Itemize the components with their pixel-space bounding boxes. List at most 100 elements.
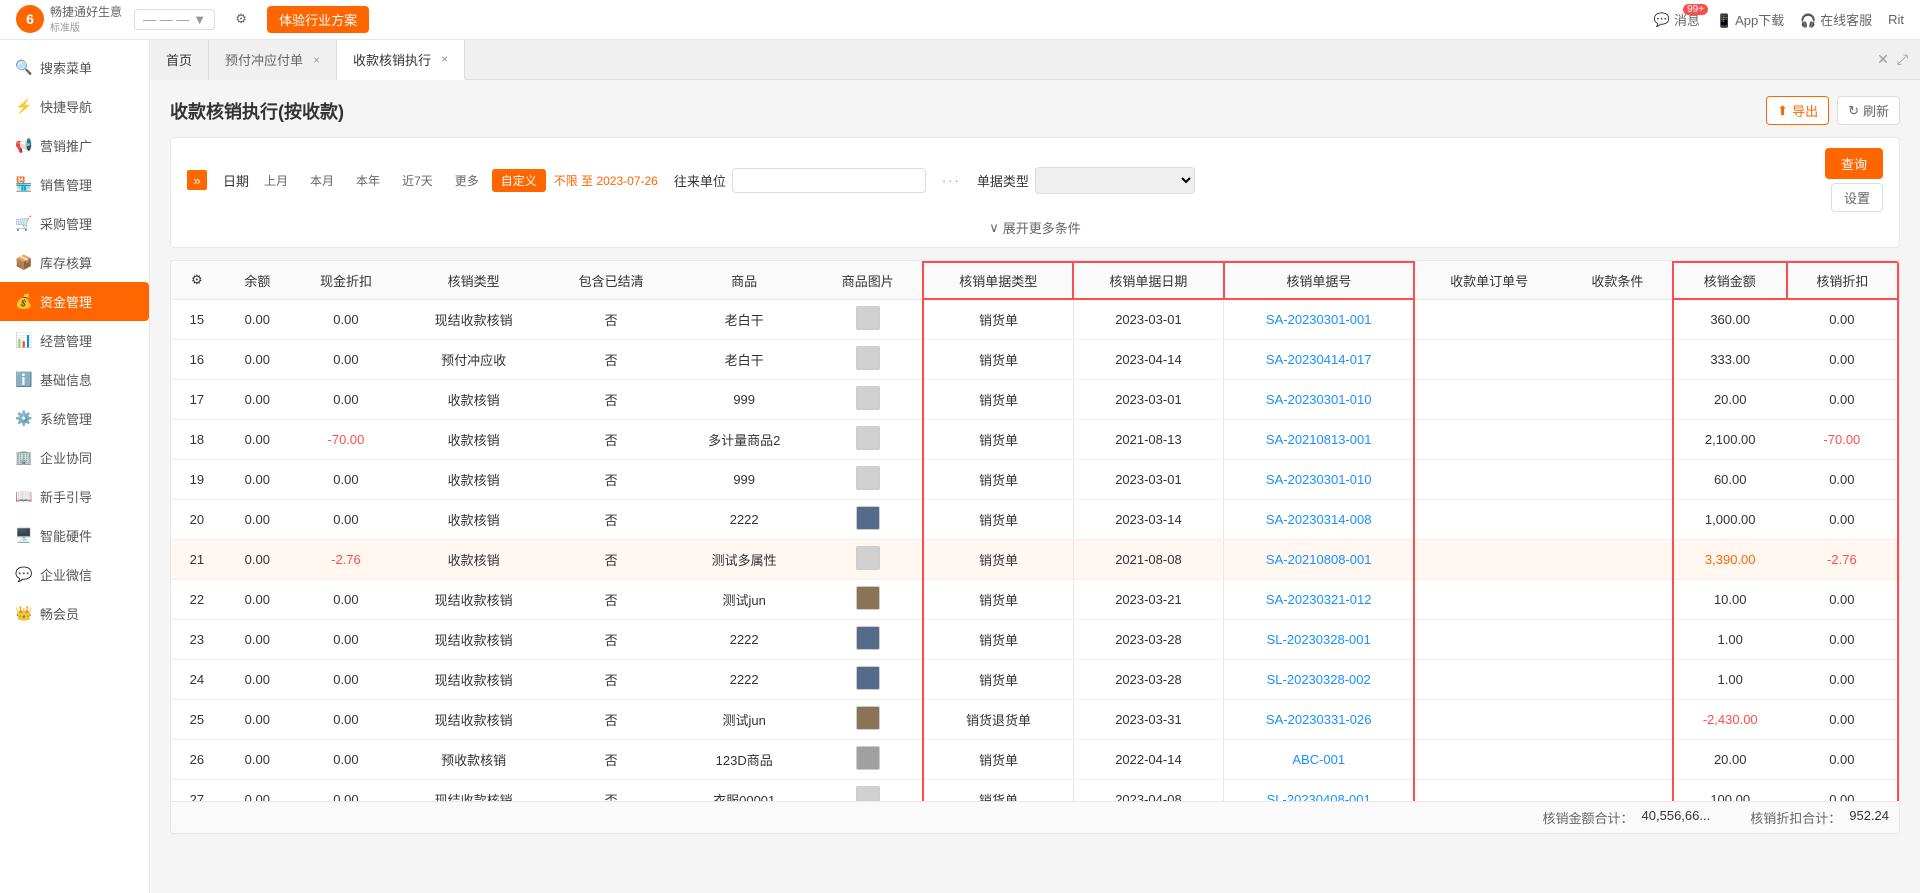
tab-expand-icon[interactable]: ⤢ [1897,51,1908,68]
cell-goods-img [813,339,923,379]
sidebar-item-info[interactable]: 基础信息 [0,360,149,399]
date-btn-this-month[interactable]: 本月 [301,169,343,192]
cell-writeoff-type: 现结收款核销 [400,619,547,659]
cell-goods: 999 [675,459,814,499]
filter-expand-icon[interactable]: » [187,170,207,190]
cell-balance: 0.00 [223,779,292,801]
cell-no: 27 [171,779,223,801]
date-range: 上月 本月 本年 近7天 更多 自定义 [255,169,546,192]
table-row: 21 0.00 -2.76 收款核销 否 测试多属性 销货单 2021-08-0… [171,539,1898,579]
online-service-button[interactable]: 🎧 在线客服 [1800,10,1872,29]
sidebar-item-guide[interactable]: 新手引导 [0,477,149,516]
footer-amount: 核销金额合计： 40,556,66... [1543,808,1711,827]
sales-icon [16,177,32,193]
doc-no-link[interactable]: SA-20230301-010 [1266,472,1372,487]
doc-no-link[interactable]: SL-20230328-001 [1267,632,1371,647]
filter-bar: » 日期 上月 本月 本年 近7天 更多 自定义 不限 至 202 [170,137,1900,248]
doc-no-link[interactable]: SA-20230314-008 [1266,512,1372,527]
cell-writeoff-discount: -70.00 [1787,419,1898,459]
table-row: 26 0.00 0.00 预收款核销 否 123D商品 销货单 2022-04-… [171,739,1898,779]
cell-cash-discount: 0.00 [292,659,400,699]
footer-discount: 核销折扣合计： 952.24 [1750,808,1889,827]
tab-receipt[interactable]: 收款核销执行 × [337,40,465,80]
app-download-button[interactable]: 📱 App下载 [1716,10,1784,29]
doc-no-link[interactable]: SA-20230301-010 [1266,392,1372,407]
tab-receipt-close[interactable]: × [441,52,448,66]
doctype-select[interactable] [1035,167,1195,194]
settings-button[interactable]: 设置 [1831,183,1883,212]
filter-dots: ··· [942,173,961,188]
cell-doc-no: SA-20230301-001 [1224,299,1415,339]
partner-input[interactable] [732,168,926,193]
sidebar-item-manage[interactable]: 经营管理 [0,321,149,360]
doc-no-link[interactable]: SA-20230321-012 [1266,592,1372,607]
sidebar-item-search[interactable]: 搜索菜单 [0,48,149,87]
sidebar-item-marketing[interactable]: 营销推广 [0,126,149,165]
wechat-icon [16,567,32,583]
sidebar-item-warehouse[interactable]: 库存核算 [0,243,149,282]
message-button[interactable]: 💬 消息 99+ [1654,10,1700,29]
filter-date-item: 日期 上月 本月 本年 近7天 更多 自定义 [223,169,546,192]
doc-no-link[interactable]: SA-20230331-026 [1266,712,1372,727]
cell-include-settled: 否 [547,459,675,499]
gear-button[interactable]: ⚙ [227,5,255,33]
cell-include-settled: 否 [547,299,675,339]
cell-goods: 老白干 [675,299,814,339]
refresh-icon: ↻ [1848,103,1859,119]
cell-include-settled: 否 [547,539,675,579]
user-info[interactable]: Rit [1888,12,1904,27]
date-btn-prev-month[interactable]: 上月 [255,169,297,192]
col-doc-type: 核销单据类型 [923,262,1073,299]
tab-prepay-close[interactable]: × [313,53,320,67]
cell-doc-date: 2023-03-31 [1073,699,1223,739]
sidebar-item-nav[interactable]: 快捷导航 [0,87,149,126]
doc-no-link[interactable]: ABC-001 [1292,752,1345,767]
industry-button[interactable]: 体验行业方案 [267,6,369,33]
cell-balance: 0.00 [223,739,292,779]
tab-home[interactable]: 首页 [150,40,209,80]
cell-writeoff-discount: 0.00 [1787,459,1898,499]
sidebar-item-smart[interactable]: 智能硬件 [0,516,149,555]
tab-prepay-label: 预付冲应付单 [225,50,303,69]
cell-receipt-cond [1563,739,1673,779]
date-btn-this-year[interactable]: 本年 [347,169,389,192]
table-row: 25 0.00 0.00 现结收款核销 否 测试jun 销货退货单 2023-0… [171,699,1898,739]
cell-goods: 多计量商品2 [675,419,814,459]
tab-close-all-icon[interactable]: ✕ [1877,51,1889,68]
app-selector[interactable]: — — — ▼ [134,9,215,30]
sidebar-item-wechat[interactable]: 企业微信 [0,555,149,594]
query-button[interactable]: 查询 [1825,148,1883,179]
sidebar-item-purchase[interactable]: 采购管理 [0,204,149,243]
info-icon [16,372,32,388]
sidebar-item-member[interactable]: 畅会员 [0,594,149,633]
sidebar-item-system[interactable]: 系统管理 [0,399,149,438]
sidebar-item-sales[interactable]: 销售管理 [0,165,149,204]
sidebar-item-finance[interactable]: 资金管理 [0,282,149,321]
sidebar-item-corp[interactable]: 企业协同 [0,438,149,477]
cell-cash-discount: 0.00 [292,459,400,499]
filter-actions: 查询 设置 [1825,148,1883,212]
doc-no-link[interactable]: SA-20230301-001 [1266,312,1372,327]
cell-doc-no: SA-20210808-001 [1224,539,1415,579]
sidebar-label-corp: 企业协同 [40,448,92,467]
doc-no-link[interactable]: SA-20210808-001 [1266,552,1372,567]
cell-writeoff-discount: 0.00 [1787,379,1898,419]
tab-prepay[interactable]: 预付冲应付单 × [209,40,337,80]
table-wrap[interactable]: ⚙ 余额 现金折扣 核销类型 包含已结清 商品 商品图片 核销单据类型 核销单据… [171,261,1899,801]
doc-no-link[interactable]: SL-20230328-002 [1267,672,1371,687]
cell-writeoff-type: 预付冲应收 [400,339,547,379]
export-button[interactable]: ⬆ 导出 [1766,96,1829,125]
date-btn-more[interactable]: 更多 [446,169,488,192]
cell-include-settled: 否 [547,579,675,619]
col-settings[interactable]: ⚙ [171,262,223,299]
cell-balance: 0.00 [223,539,292,579]
cell-receipt-order [1414,379,1563,419]
doc-no-link[interactable]: SL-20230408-001 [1267,792,1371,802]
sidebar-label-wechat: 企业微信 [40,565,92,584]
doc-no-link[interactable]: SA-20230414-017 [1266,352,1372,367]
doc-no-link[interactable]: SA-20210813-001 [1266,432,1372,447]
expand-conditions-button[interactable]: ∨ 展开更多条件 [989,218,1081,237]
date-btn-custom[interactable]: 自定义 [492,169,546,192]
date-btn-7days[interactable]: 近7天 [393,169,442,192]
refresh-button[interactable]: ↻ 刷新 [1837,96,1900,125]
